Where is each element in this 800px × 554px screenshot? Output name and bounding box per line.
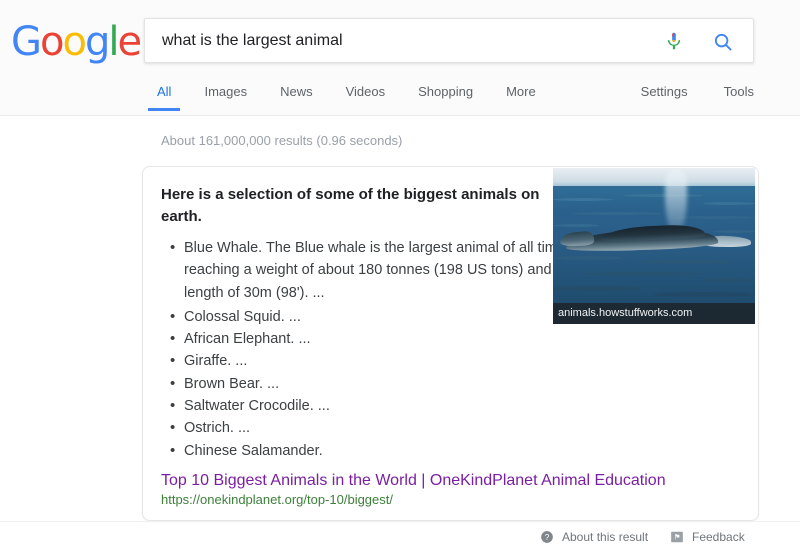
about-this-result-label: About this result xyxy=(562,530,649,544)
help-circle-icon: ? xyxy=(540,530,554,544)
list-item: Brown Bear. ... xyxy=(170,373,574,396)
list-item: Ostrich. ... xyxy=(170,417,574,440)
list-item: Saltwater Crocodile. ... xyxy=(170,395,574,418)
thumbnail-source-caption: animals.howstuffworks.com xyxy=(553,303,755,324)
about-this-result-button[interactable]: ? About this result xyxy=(540,529,648,545)
thumbnail-sky xyxy=(553,168,755,187)
search-tabs: All Images News Videos Shopping More xyxy=(147,84,569,116)
list-item: Blue Whale. The Blue whale is the larges… xyxy=(170,237,574,304)
tab-videos[interactable]: Videos xyxy=(346,84,386,110)
logo-letter-g1: G xyxy=(11,19,42,65)
logo-letter-o2: o xyxy=(62,19,87,65)
search-input[interactable] xyxy=(162,19,662,62)
snippet-thumbnail[interactable]: animals.howstuffworks.com xyxy=(553,168,755,324)
flag-icon xyxy=(670,530,684,544)
result-url: https://onekindplanet.org/top-10/biggest… xyxy=(161,492,393,507)
result-title-link[interactable]: Top 10 Biggest Animals in the World | On… xyxy=(161,470,666,492)
search-tools-group: Settings Tools xyxy=(605,84,754,110)
logo-letter-o1: o xyxy=(40,19,65,65)
google-logo[interactable]: Google xyxy=(11,19,142,65)
result-stats: About 161,000,000 results (0.96 seconds) xyxy=(161,133,403,148)
search-header: Google All Images News Videos Shopping M… xyxy=(0,0,800,116)
tab-news[interactable]: News xyxy=(280,84,313,110)
search-box[interactable] xyxy=(144,18,754,63)
footer-divider xyxy=(0,521,800,522)
tab-all[interactable]: All xyxy=(147,84,182,111)
microphone-icon[interactable] xyxy=(663,30,685,52)
result-footer: ? About this result Feedback xyxy=(0,525,800,554)
settings-button[interactable]: Settings xyxy=(641,84,688,110)
snippet-bullet-list: Blue Whale. The Blue whale is the larges… xyxy=(163,237,574,462)
logo-letter-l: l xyxy=(108,19,119,65)
list-item: Colossal Squid. ... xyxy=(170,306,574,329)
svg-text:?: ? xyxy=(545,533,550,542)
feedback-label: Feedback xyxy=(692,530,745,544)
list-item: Chinese Salamander. xyxy=(170,440,574,463)
tab-shopping[interactable]: Shopping xyxy=(418,84,473,110)
tab-images[interactable]: Images xyxy=(204,84,247,110)
tools-button[interactable]: Tools xyxy=(724,84,754,110)
logo-letter-e: e xyxy=(117,19,142,65)
search-submit-icon[interactable] xyxy=(712,31,734,53)
feedback-button[interactable]: Feedback xyxy=(670,529,745,545)
list-item: Giraffe. ... xyxy=(170,350,574,373)
snippet-headline: Here is a selection of some of the bigge… xyxy=(161,186,540,225)
list-item: African Elephant. ... xyxy=(170,328,574,351)
tab-more[interactable]: More xyxy=(506,84,536,110)
whale-spout xyxy=(665,168,687,232)
logo-letter-g2: g xyxy=(84,19,110,65)
